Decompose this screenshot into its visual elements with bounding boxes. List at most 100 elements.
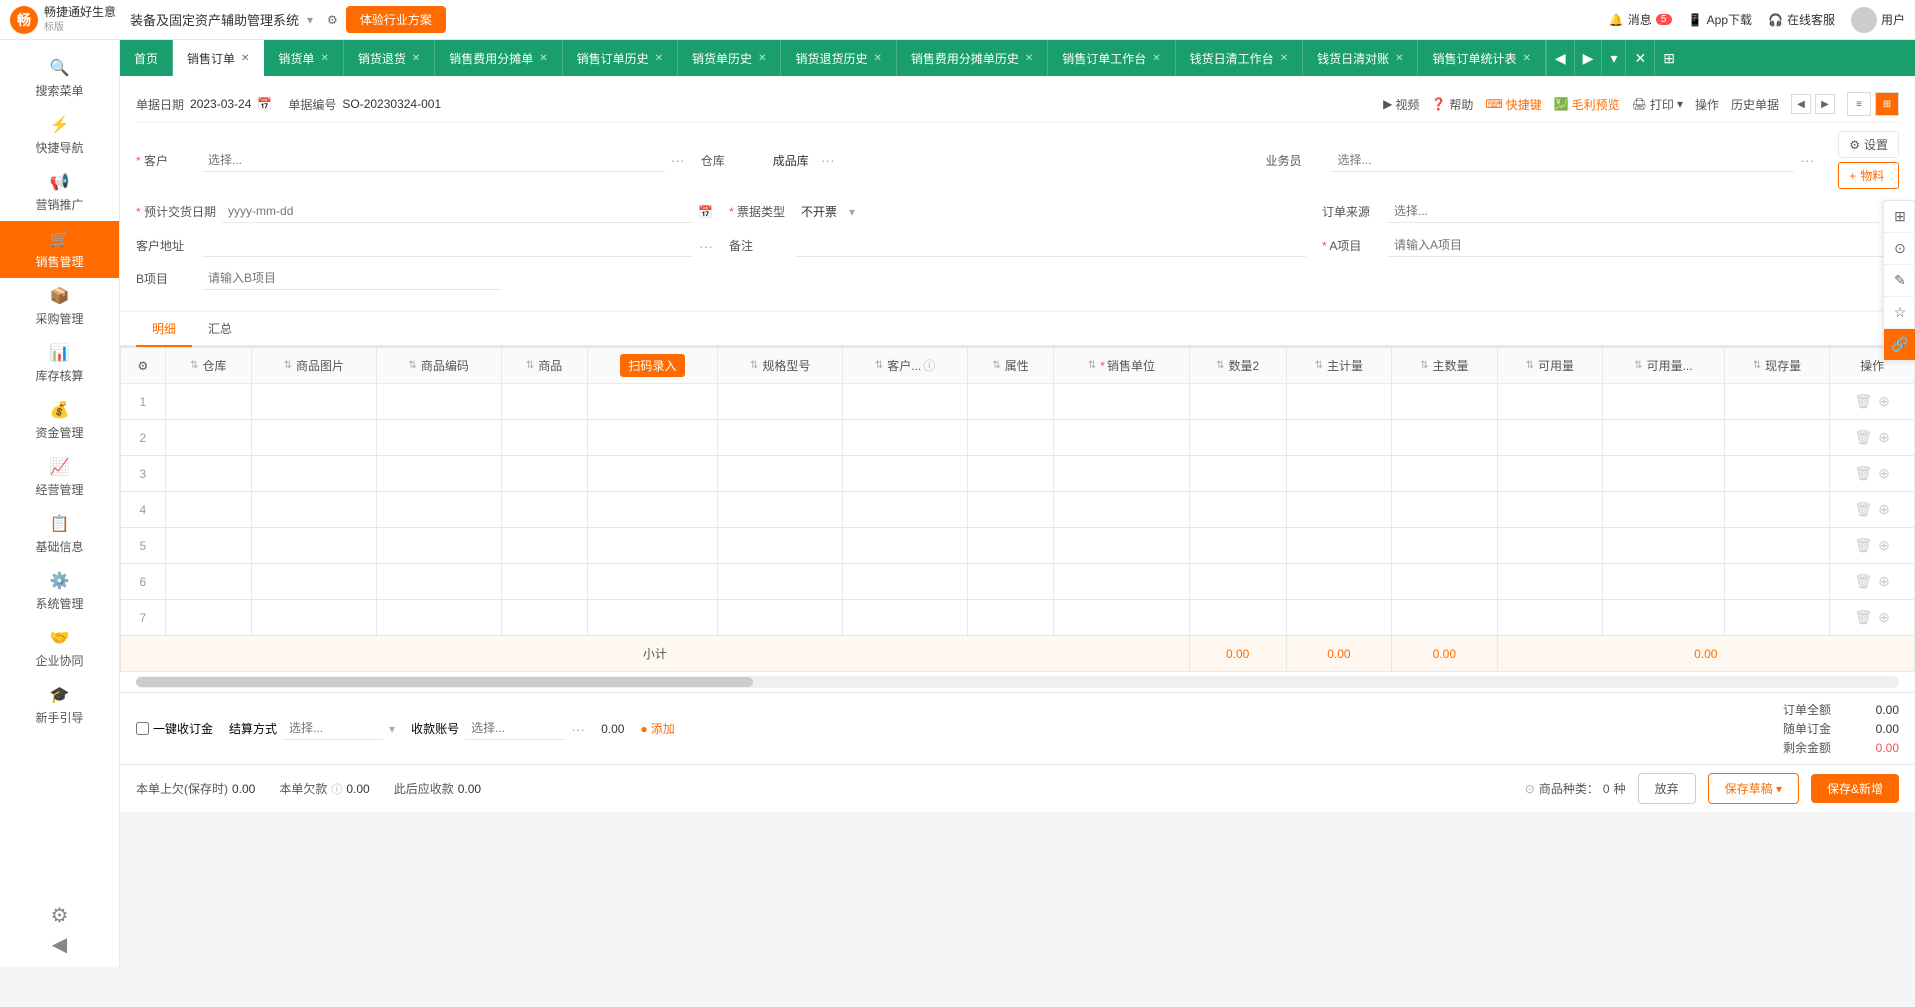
delete-icon[interactable]: 🗑	[1854, 465, 1872, 482]
table-settings-icon[interactable]: ⚙	[138, 359, 149, 373]
sidebar-item-search[interactable]: 🔍 搜索菜单	[0, 50, 119, 107]
app-download-item[interactable]: 📱 App下载	[1688, 11, 1752, 28]
settle-method-input[interactable]	[283, 717, 383, 740]
customer-ref-info-icon[interactable]: ⓘ	[923, 357, 935, 374]
tab-nav-prev[interactable]: ◀	[1546, 40, 1574, 76]
sidebar-item-basic-info[interactable]: 📋 基础信息	[0, 506, 119, 563]
delete-icon[interactable]: 🗑	[1854, 429, 1872, 446]
row-1-main-qty[interactable]	[1392, 384, 1497, 420]
warehouse-value[interactable]: 成品库	[767, 148, 815, 173]
save-draft-button[interactable]: 保存草稿 ▾	[1708, 773, 1799, 804]
delete-icon[interactable]: 🗑	[1854, 501, 1872, 518]
row-1-product-code[interactable]	[376, 384, 501, 420]
customer-more-icon[interactable]: ···	[671, 152, 685, 168]
main-qty-sort-icon[interactable]: ⇅	[1420, 360, 1428, 371]
right-icon-3[interactable]: ✎	[1884, 265, 1915, 297]
b-project-input[interactable]	[202, 267, 502, 290]
sidebar-item-purchase[interactable]: 📦 采购管理	[0, 278, 119, 335]
copy-icon[interactable]: ⊕	[1878, 573, 1890, 590]
row-1-available2[interactable]	[1603, 384, 1725, 420]
row-1-product-image[interactable]	[251, 384, 376, 420]
date-value[interactable]: 2023-03-24	[190, 97, 251, 111]
attribute-sort-icon[interactable]: ⇅	[992, 360, 1000, 371]
tab-sales-refund[interactable]: 销货退货 ✕	[344, 40, 435, 76]
operation-button[interactable]: 操作	[1695, 96, 1719, 113]
print-dropdown-icon[interactable]: ▾	[1677, 97, 1683, 111]
tab-ar-reconcile[interactable]: 钱货日清对账 ✕	[1303, 40, 1418, 76]
save-draft-dropdown-icon[interactable]: ▾	[1776, 782, 1782, 796]
current-stock-sort-icon[interactable]: ⇅	[1753, 360, 1761, 371]
tab-summary[interactable]: 汇总	[192, 312, 248, 347]
product-name-sort-icon[interactable]: ⇅	[526, 360, 534, 371]
row-1-spec-type[interactable]	[718, 384, 843, 420]
system-name-dropdown-icon[interactable]: ▾	[307, 13, 313, 27]
row-1-main-unit[interactable]	[1286, 384, 1391, 420]
bank-account-more-icon[interactable]: ···	[571, 721, 585, 737]
shortcut-button[interactable]: ⌨ 快捷键	[1485, 96, 1541, 113]
tab-sales-order-workbench[interactable]: 销售订单工作台 ✕	[1048, 40, 1175, 76]
available-sort-icon[interactable]: ⇅	[1526, 360, 1534, 371]
row-1-attribute[interactable]	[968, 384, 1054, 420]
profit-preview-button[interactable]: 💹 毛利预览	[1554, 96, 1620, 113]
right-icon-4[interactable]: ☆	[1884, 297, 1915, 329]
help-button[interactable]: ❓ 帮助	[1431, 96, 1473, 113]
sidebar-item-quick-nav[interactable]: ⚡ 快捷导航	[0, 107, 119, 164]
tab-ar-clear-workbench[interactable]: 钱货日清工作台 ✕	[1176, 40, 1303, 76]
tab-close-icon[interactable]: ✕	[1152, 53, 1160, 64]
right-icon-1[interactable]: ⊞	[1884, 201, 1915, 233]
row-1-warehouse[interactable]	[165, 384, 251, 420]
sidebar-settings-icon[interactable]: ⚙	[51, 903, 69, 928]
date-picker-icon[interactable]: 📅	[698, 205, 713, 219]
sidebar-item-guide[interactable]: 🎓 新手引导	[0, 677, 119, 734]
warehouse-sort-icon[interactable]: ⇅	[190, 360, 198, 371]
copy-icon[interactable]: ⊕	[1878, 501, 1890, 518]
list-view-btn[interactable]: ≡	[1847, 92, 1871, 116]
tab-close-icon[interactable]: ✕	[539, 53, 547, 64]
tab-close-icon[interactable]: ✕	[1523, 53, 1531, 64]
copy-icon[interactable]: ⊕	[1878, 609, 1890, 626]
a-project-input[interactable]	[1388, 234, 1899, 257]
current-debt-info-icon[interactable]: ⓘ	[331, 781, 342, 797]
add-product-button[interactable]: + 物料	[1838, 162, 1899, 189]
scroll-thumb[interactable]	[136, 677, 753, 687]
next-record-btn[interactable]: ▶	[1815, 94, 1835, 114]
history-button[interactable]: 历史单据	[1731, 96, 1779, 113]
tab-nav-close-all[interactable]: ✕	[1625, 40, 1654, 76]
tab-nav-maximize[interactable]: ⊞	[1654, 40, 1683, 76]
notification-item[interactable]: 🔔 消息 5	[1609, 11, 1672, 28]
horizontal-scrollbar[interactable]	[136, 676, 1899, 688]
settings-icon[interactable]: ⚙	[327, 13, 338, 27]
copy-icon[interactable]: ⊕	[1878, 429, 1890, 446]
main-unit-sort-icon[interactable]: ⇅	[1315, 360, 1323, 371]
tab-sales-return-history[interactable]: 销货单历史 ✕	[678, 40, 781, 76]
salesperson-input[interactable]	[1331, 149, 1794, 172]
right-icon-5[interactable]: 🔗	[1884, 329, 1915, 361]
prev-record-btn[interactable]: ◀	[1791, 94, 1811, 114]
sidebar-item-sales[interactable]: 🛒 销售管理	[0, 221, 119, 278]
goods-count-icon[interactable]: ⊙	[1525, 782, 1535, 796]
row-1-product-name[interactable]	[501, 384, 587, 420]
tab-close-icon[interactable]: ✕	[1280, 53, 1288, 64]
tab-sales-return[interactable]: 销货单 ✕	[264, 40, 343, 76]
tab-home[interactable]: 首页	[120, 40, 173, 76]
customer-input[interactable]	[202, 149, 665, 172]
available2-sort-icon[interactable]: ⇅	[1634, 360, 1642, 371]
sidebar-item-inventory[interactable]: 📊 库存核算	[0, 335, 119, 392]
copy-icon[interactable]: ⊕	[1878, 393, 1890, 410]
row-1-qty2[interactable]	[1189, 384, 1286, 420]
delivery-date-input[interactable]	[222, 200, 692, 223]
tab-close-icon[interactable]: ✕	[758, 53, 766, 64]
product-code-sort-icon[interactable]: ⇅	[408, 360, 416, 371]
row-1-sales-unit[interactable]	[1054, 384, 1190, 420]
scan-button[interactable]: 扫码录入	[620, 354, 684, 377]
sidebar-collapse-icon[interactable]: ◀	[52, 932, 67, 957]
calendar-icon[interactable]: 📅	[257, 97, 272, 111]
salesperson-more-icon[interactable]: ···	[1800, 152, 1814, 168]
tab-close-icon[interactable]: ✕	[241, 53, 249, 64]
tab-close-icon[interactable]: ✕	[655, 53, 663, 64]
user-item[interactable]: 用户	[1851, 7, 1905, 33]
copy-icon[interactable]: ⊕	[1878, 465, 1890, 482]
address-more-icon[interactable]: ···	[699, 238, 713, 254]
tab-sales-fee-split[interactable]: 销售费用分摊单 ✕	[435, 40, 562, 76]
add-button[interactable]: ● 添加	[640, 720, 674, 737]
